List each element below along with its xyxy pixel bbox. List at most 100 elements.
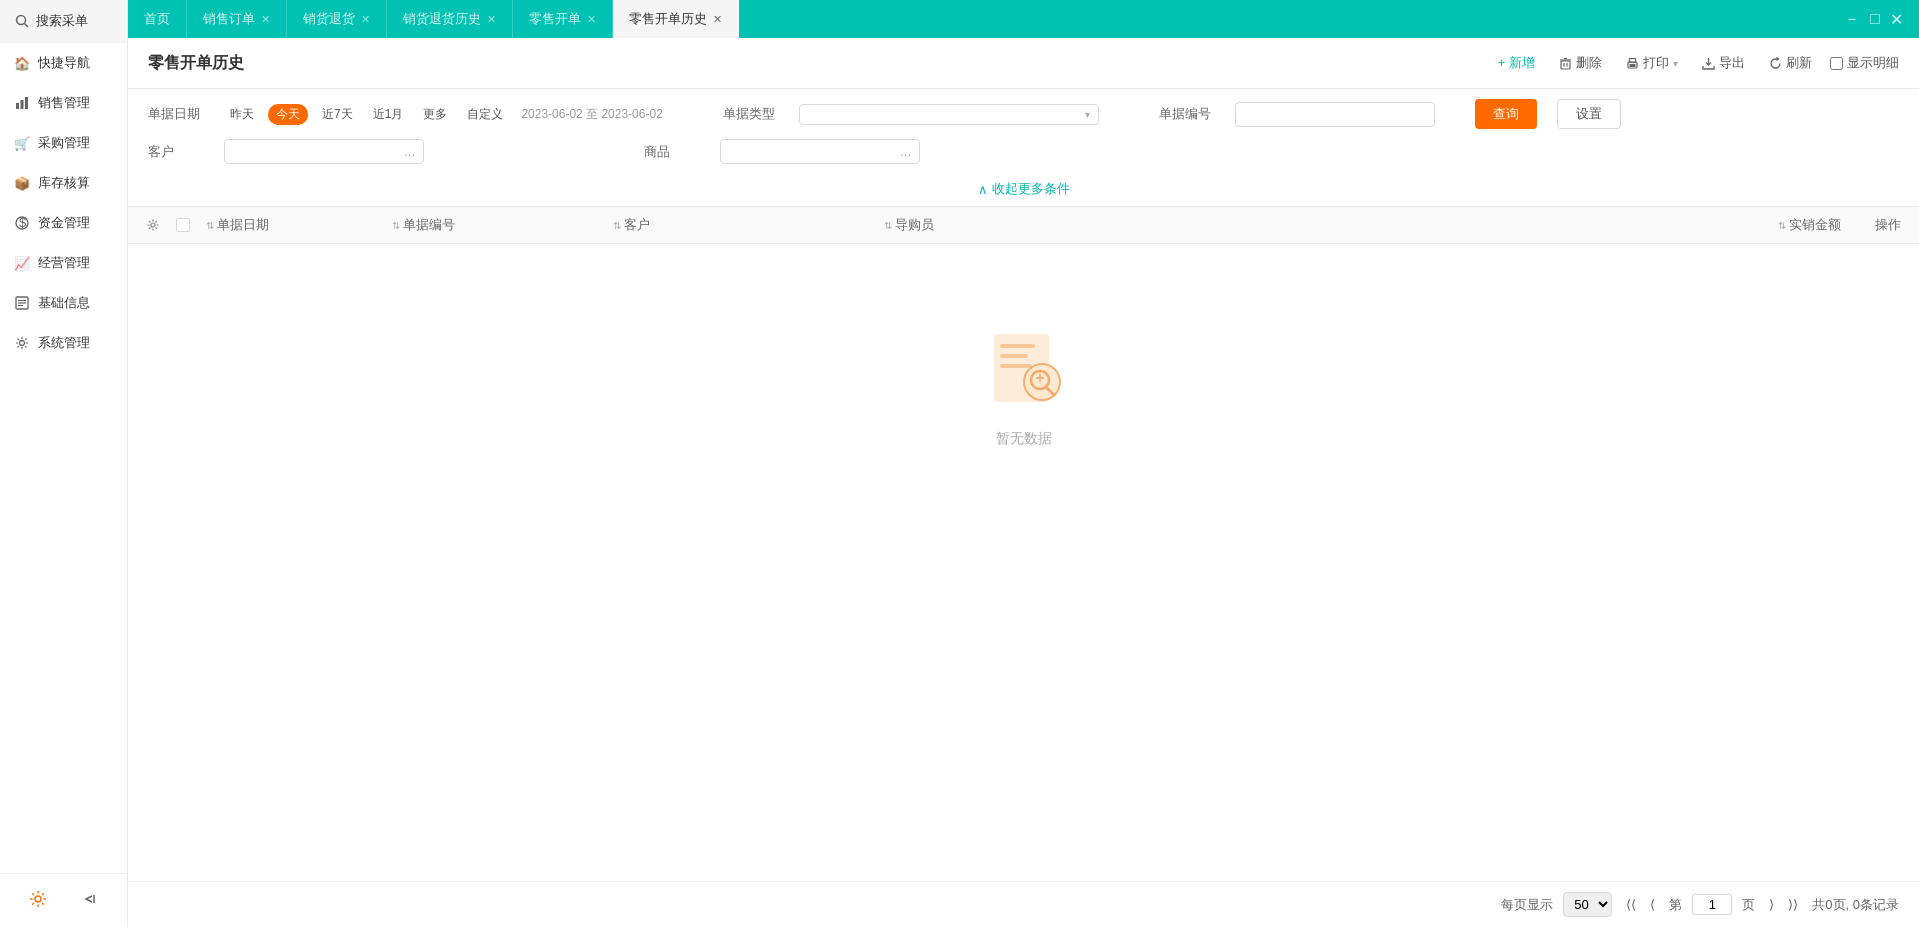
- query-button[interactable]: 查询: [1475, 99, 1537, 129]
- page-title: 零售开单历史: [148, 53, 244, 74]
- th-actions-label: 操作: [1875, 216, 1901, 234]
- sort-icon[interactable]: ⇅: [884, 220, 892, 231]
- sort-icon[interactable]: ⇅: [392, 220, 400, 231]
- date-last-month-btn[interactable]: 近1月: [367, 104, 410, 125]
- tab-label: 销货退货历史: [403, 10, 481, 28]
- svg-point-12: [35, 896, 41, 902]
- collapse-bar[interactable]: ∧ 收起更多条件: [148, 174, 1899, 206]
- sort-icon[interactable]: ⇅: [1778, 220, 1786, 231]
- first-page-btn[interactable]: ⟨⟨: [1622, 895, 1640, 914]
- th-date-label: 单据日期: [217, 216, 269, 234]
- refresh-icon: [1769, 57, 1782, 70]
- chevron-up-icon: ∧: [978, 182, 988, 197]
- customer-dots-btn[interactable]: ...: [404, 144, 415, 159]
- sidebar-search[interactable]: 搜索采单: [0, 0, 127, 43]
- export-button[interactable]: 导出: [1696, 50, 1751, 76]
- pagination-bar: 每页显示 50 ⟨⟨ ⟨ 第 页 ⟩ ⟩⟩ 共0页, 0条记录: [128, 881, 1919, 927]
- table-container: ⇅ 单据日期 ⇅ 单据编号 ⇅ 客户 ⇅ 导购员 ⇅ 实销金额 操作: [128, 206, 1919, 881]
- header-checkbox[interactable]: [176, 218, 190, 232]
- refresh-label: 刷新: [1786, 54, 1812, 72]
- tab-close-icon[interactable]: ✕: [361, 13, 370, 26]
- date-more-btn[interactable]: 更多: [417, 104, 453, 125]
- settings-button[interactable]: 设置: [1557, 99, 1621, 129]
- collapse-bottom-btn[interactable]: [76, 886, 102, 915]
- search-icon: [14, 13, 30, 29]
- content-header: 零售开单历史 + 新增 删除: [128, 38, 1919, 89]
- svg-line-1: [25, 24, 29, 28]
- th-check[interactable]: [168, 218, 198, 232]
- sort-icon[interactable]: ⇅: [206, 220, 214, 231]
- tab-sales-return[interactable]: 销货退货 ✕: [287, 0, 387, 38]
- th-settings[interactable]: [138, 218, 168, 232]
- display-cols-toggle[interactable]: 显示明细: [1830, 54, 1899, 72]
- date-range-display: 2023-06-02 至 2023-06-02: [521, 106, 662, 123]
- sidebar-item-quick-nav[interactable]: 🏠 快捷导航: [0, 43, 127, 83]
- print-button[interactable]: 打印 ▾: [1620, 50, 1684, 76]
- sidebar-item-sys-mgmt[interactable]: 系统管理: [0, 323, 127, 363]
- tab-retail-history[interactable]: 零售开单历史 ✕: [613, 0, 739, 38]
- tab-bar: 首页 销售订单 ✕ 销货退货 ✕ 销货退货历史 ✕ 零售开单 ✕ 零售开单历史 …: [128, 0, 1919, 38]
- th-ordernum: ⇅ 单据编号: [384, 216, 604, 234]
- tab-home[interactable]: 首页: [128, 0, 187, 38]
- settings-bottom-btn[interactable]: [25, 886, 51, 915]
- pagination-nav: ⟨⟨ ⟨ 第 页 ⟩ ⟩⟩: [1622, 894, 1802, 916]
- svg-text:$: $: [19, 216, 27, 230]
- sidebar-item-sales-mgmt[interactable]: 销售管理: [0, 83, 127, 123]
- tab-close-icon[interactable]: ✕: [487, 13, 496, 26]
- page-input[interactable]: [1692, 894, 1732, 915]
- display-cols-checkbox[interactable]: [1830, 57, 1843, 70]
- sidebar-item-operations[interactable]: 📈 经营管理: [0, 243, 127, 283]
- order-type-select[interactable]: ▾: [799, 104, 1099, 125]
- info-icon: [14, 295, 30, 311]
- per-page-select[interactable]: 50: [1563, 892, 1612, 917]
- tab-close-icon[interactable]: ✕: [587, 13, 596, 26]
- date-filter-label: 单据日期: [148, 105, 204, 123]
- refresh-button[interactable]: 刷新: [1763, 50, 1818, 76]
- chart-icon: [14, 95, 30, 111]
- delete-button[interactable]: 删除: [1553, 50, 1608, 76]
- filter-area: 单据日期 昨天 今天 近7天 近1月 更多 自定义 2023-06-02 至 2…: [128, 89, 1919, 206]
- prev-page-btn[interactable]: ⟨: [1646, 895, 1659, 914]
- sidebar-item-label: 销售管理: [38, 94, 90, 112]
- goods-field[interactable]: [729, 144, 900, 159]
- tab-home-label: 首页: [144, 10, 170, 28]
- customer-label: 客户: [148, 143, 204, 161]
- tab-retail-open[interactable]: 零售开单 ✕: [513, 0, 613, 38]
- tab-label: 销货退货: [303, 10, 355, 28]
- maximize-btn[interactable]: □: [1870, 10, 1880, 28]
- order-num-field[interactable]: [1244, 107, 1426, 122]
- goods-input[interactable]: ...: [720, 139, 920, 164]
- sidebar-item-basic-info[interactable]: 基础信息: [0, 283, 127, 323]
- customer-input[interactable]: ...: [224, 139, 424, 164]
- tab-sales-order[interactable]: 销售订单 ✕: [187, 0, 287, 38]
- date-custom-btn[interactable]: 自定义: [461, 104, 509, 125]
- sort-icon[interactable]: ⇅: [613, 220, 621, 231]
- sidebar-item-label: 采购管理: [38, 134, 90, 152]
- th-guide: ⇅ 导购员: [876, 216, 1062, 234]
- date-last7-btn[interactable]: 近7天: [316, 104, 359, 125]
- per-page-label: 每页显示: [1501, 896, 1553, 914]
- sidebar-item-finance[interactable]: $ 资金管理: [0, 203, 127, 243]
- print-dropdown-icon[interactable]: ▾: [1673, 58, 1678, 69]
- settings-icon: [146, 218, 160, 232]
- goods-dots-btn[interactable]: ...: [900, 144, 911, 159]
- minimize-btn[interactable]: －: [1844, 9, 1860, 30]
- sidebar-item-inventory[interactable]: 📦 库存核算: [0, 163, 127, 203]
- toolbar: + 新增 删除: [1492, 50, 1899, 76]
- next-page-btn[interactable]: ⟩: [1765, 895, 1778, 914]
- page-label: 第: [1665, 894, 1686, 916]
- tab-sales-return-history[interactable]: 销货退货历史 ✕: [387, 0, 513, 38]
- order-num-input[interactable]: [1235, 102, 1435, 127]
- add-button[interactable]: + 新增: [1492, 50, 1541, 76]
- date-today-btn[interactable]: 今天: [268, 104, 308, 125]
- customer-field[interactable]: [233, 144, 404, 159]
- close-btn[interactable]: ✕: [1890, 10, 1903, 29]
- sidebar-item-label: 快捷导航: [38, 54, 90, 72]
- print-icon: [1626, 57, 1639, 70]
- svg-point-0: [17, 16, 26, 25]
- sidebar-item-purchase-mgmt[interactable]: 🛒 采购管理: [0, 123, 127, 163]
- tab-close-icon[interactable]: ✕: [713, 13, 722, 26]
- date-yesterday-btn[interactable]: 昨天: [224, 104, 260, 125]
- tab-close-icon[interactable]: ✕: [261, 13, 270, 26]
- last-page-btn[interactable]: ⟩⟩: [1784, 895, 1802, 914]
